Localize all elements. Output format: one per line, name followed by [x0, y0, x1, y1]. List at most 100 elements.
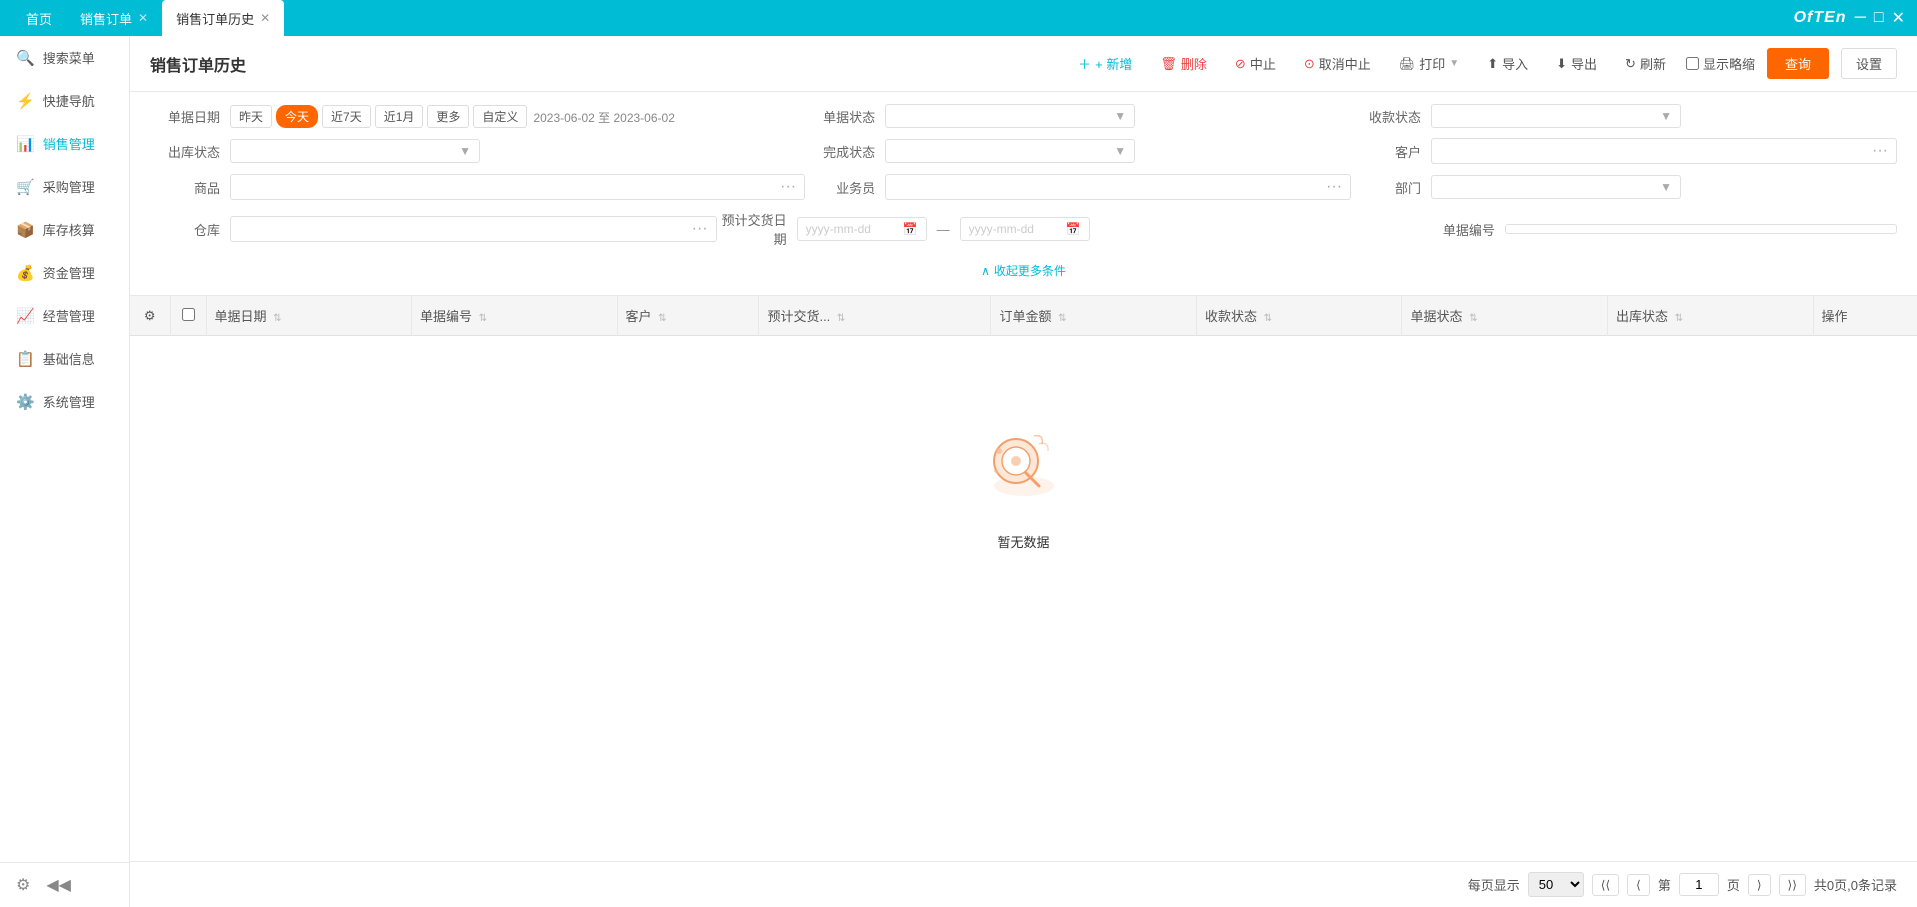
out-status-label: 出库状态 — [150, 142, 230, 161]
data-table: ⚙ 单据日期 ⇅ 单据编号 ⇅ 客户 ⇅ — [130, 296, 1917, 336]
sidebar-collapse-icon[interactable]: ◀◀ — [46, 875, 71, 895]
goods-input-wrap[interactable]: ··· — [230, 174, 805, 200]
warehouse-dots[interactable]: ··· — [692, 221, 708, 237]
sidebar-item-sales[interactable]: 📊 销售管理 — [0, 122, 129, 165]
sidebar-settings-icon[interactable]: ⚙ — [16, 875, 30, 895]
delivery-date-end[interactable]: yyyy-mm-dd 📅 — [960, 217, 1090, 241]
filter-order-no-col: 单据编号 — [1425, 220, 1897, 239]
tab-sales-order-close[interactable]: ✕ — [138, 11, 148, 25]
collapse-row[interactable]: ∧ 收起更多条件 — [150, 258, 1897, 283]
tab-sales-order[interactable]: 销售订单 ✕ — [66, 0, 162, 36]
window-close-btn[interactable]: ✕ — [1892, 8, 1905, 28]
sidebar-item-finance-label: 资金管理 — [43, 263, 95, 282]
delivery-date-start[interactable]: yyyy-mm-dd 📅 — [797, 217, 927, 241]
filter-complete-status-col: 完成状态 ▼ — [805, 139, 1351, 163]
sidebar-item-inventory[interactable]: 📦 库存核算 — [0, 208, 129, 251]
sort-amount-icon[interactable]: ⇅ — [1058, 313, 1066, 324]
cancel-stop-btn[interactable]: ⊙ 取消中止 — [1296, 50, 1379, 77]
sales-icon: 📊 — [16, 135, 35, 153]
next-page-btn[interactable]: ⟩ — [1748, 874, 1771, 896]
warehouse-label: 仓库 — [150, 220, 230, 239]
sidebar-item-operation[interactable]: 📈 经营管理 — [0, 294, 129, 337]
pay-status-select[interactable]: ▼ — [1431, 104, 1681, 128]
table-header-row: ⚙ 单据日期 ⇅ 单据编号 ⇅ 客户 ⇅ — [130, 296, 1917, 336]
tab-home[interactable]: 首页 — [12, 0, 66, 36]
date-btn-7days[interactable]: 近7天 — [322, 105, 371, 128]
maximize-btn[interactable]: □ — [1874, 9, 1884, 27]
customer-input-wrap[interactable]: ··· — [1431, 138, 1897, 164]
tab-sales-order-history-label: 销售订单历史 — [176, 9, 254, 28]
sidebar-item-system[interactable]: ⚙️ 系统管理 — [0, 380, 129, 423]
collapse-label: 收起更多条件 — [994, 262, 1066, 279]
last-page-btn[interactable]: ⟩⟩ — [1779, 874, 1806, 896]
salesman-input-wrap[interactable]: ··· — [885, 174, 1351, 200]
new-btn[interactable]: ＋ + 新增 — [1070, 50, 1140, 77]
filter-date-col: 单据日期 昨天 今天 近7天 近1月 更多 自定义 2023-06-02 至 2… — [150, 105, 805, 128]
cancel-stop-icon: ⊙ — [1304, 56, 1315, 72]
salesman-dots[interactable]: ··· — [1326, 179, 1342, 195]
sidebar-item-basic[interactable]: 📋 基础信息 — [0, 337, 129, 380]
delete-btn[interactable]: 🗑 删除 — [1152, 50, 1215, 77]
sidebar-search[interactable]: 🔍 搜索菜单 — [0, 36, 129, 79]
complete-status-select[interactable]: ▼ — [885, 139, 1135, 163]
filter-order-status-col: 单据状态 ▼ — [805, 104, 1351, 128]
print-btn[interactable]: 🖨 打印 ▼ — [1391, 50, 1467, 77]
date-label: 单据日期 — [150, 107, 230, 126]
date-dash: — — [937, 222, 950, 237]
sort-out-status-icon[interactable]: ⇅ — [1675, 313, 1683, 324]
brand-text: OfTEn — [1794, 9, 1847, 27]
sidebar-item-purchase[interactable]: 🛒 采购管理 — [0, 165, 129, 208]
sidebar-item-quick-nav[interactable]: ⚡ 快捷导航 — [0, 79, 129, 122]
date-btn-1month[interactable]: 近1月 — [375, 105, 424, 128]
sidebar-item-purchase-label: 采购管理 — [43, 177, 95, 196]
out-status-select[interactable]: ▼ — [230, 139, 480, 163]
select-all-checkbox[interactable] — [182, 308, 195, 321]
sort-order-no-icon[interactable]: ⇅ — [479, 313, 487, 324]
order-status-select[interactable]: ▼ — [885, 104, 1135, 128]
customer-dots[interactable]: ··· — [1872, 143, 1888, 159]
prev-page-btn[interactable]: ⟨ — [1627, 874, 1650, 896]
date-btn-more[interactable]: 更多 — [427, 105, 469, 128]
sort-date-icon[interactable]: ⇅ — [273, 313, 281, 324]
import-btn[interactable]: ⬆ 导入 — [1479, 50, 1536, 77]
date-btn-today[interactable]: 今天 — [276, 105, 318, 128]
th-checkbox — [170, 296, 206, 336]
filter-department-col: 部门 ▼ — [1351, 175, 1897, 199]
sort-delivery-icon[interactable]: ⇅ — [837, 313, 845, 324]
filter-area: 单据日期 昨天 今天 近7天 近1月 更多 自定义 2023-06-02 至 2… — [130, 92, 1917, 296]
sidebar-item-finance[interactable]: 💰 资金管理 — [0, 251, 129, 294]
display-col-input[interactable] — [1686, 57, 1699, 70]
date-btn-custom[interactable]: 自定义 — [473, 105, 527, 128]
export-btn[interactable]: ⬇ 导出 — [1548, 50, 1605, 77]
operation-icon: 📈 — [16, 307, 35, 325]
sort-order-status-icon[interactable]: ⇅ — [1469, 313, 1477, 324]
order-no-input-wrap[interactable] — [1505, 224, 1897, 234]
sort-customer-icon[interactable]: ⇅ — [658, 313, 666, 324]
main-layout: 🔍 搜索菜单 ⚡ 快捷导航 📊 销售管理 🛒 采购管理 📦 库存核算 💰 资金管… — [0, 36, 1917, 907]
tab-sales-order-history-close[interactable]: ✕ — [260, 11, 270, 25]
tab-sales-order-history[interactable]: 销售订单历史 ✕ — [162, 0, 284, 36]
display-col-checkbox[interactable]: 显示略缩 — [1686, 54, 1755, 73]
first-page-btn[interactable]: ⟨⟨ — [1592, 874, 1619, 896]
sidebar-item-basic-label: 基础信息 — [43, 349, 95, 368]
department-arrow: ▼ — [1660, 180, 1672, 194]
empty-text: 暂无数据 — [997, 532, 1049, 551]
content-area: 销售订单历史 ＋ + 新增 🗑 删除 ⊘ 中止 ⊙ 取消中止 — [130, 36, 1917, 907]
date-btn-yesterday[interactable]: 昨天 — [230, 105, 272, 128]
settings-btn[interactable]: 设置 — [1841, 48, 1897, 79]
sort-pay-status-icon[interactable]: ⇅ — [1264, 313, 1272, 324]
stop-icon: ⊘ — [1235, 56, 1246, 72]
warehouse-input-wrap[interactable]: ··· — [230, 216, 717, 242]
page-input[interactable] — [1679, 873, 1719, 896]
stop-btn[interactable]: ⊘ 中止 — [1227, 50, 1284, 77]
goods-dots[interactable]: ··· — [780, 179, 796, 195]
department-select[interactable]: ▼ — [1431, 175, 1681, 199]
delivery-start-placeholder: yyyy-mm-dd — [806, 222, 871, 236]
page-size-select[interactable]: 50 20 100 — [1528, 872, 1584, 897]
th-settings[interactable]: ⚙ — [130, 296, 170, 336]
delivery-end-placeholder: yyyy-mm-dd — [969, 222, 1034, 236]
order-status-label: 单据状态 — [805, 107, 885, 126]
query-btn[interactable]: 查询 — [1767, 48, 1829, 79]
minimize-btn[interactable]: ─ — [1855, 9, 1866, 27]
refresh-btn[interactable]: ↻ 刷新 — [1617, 50, 1674, 77]
